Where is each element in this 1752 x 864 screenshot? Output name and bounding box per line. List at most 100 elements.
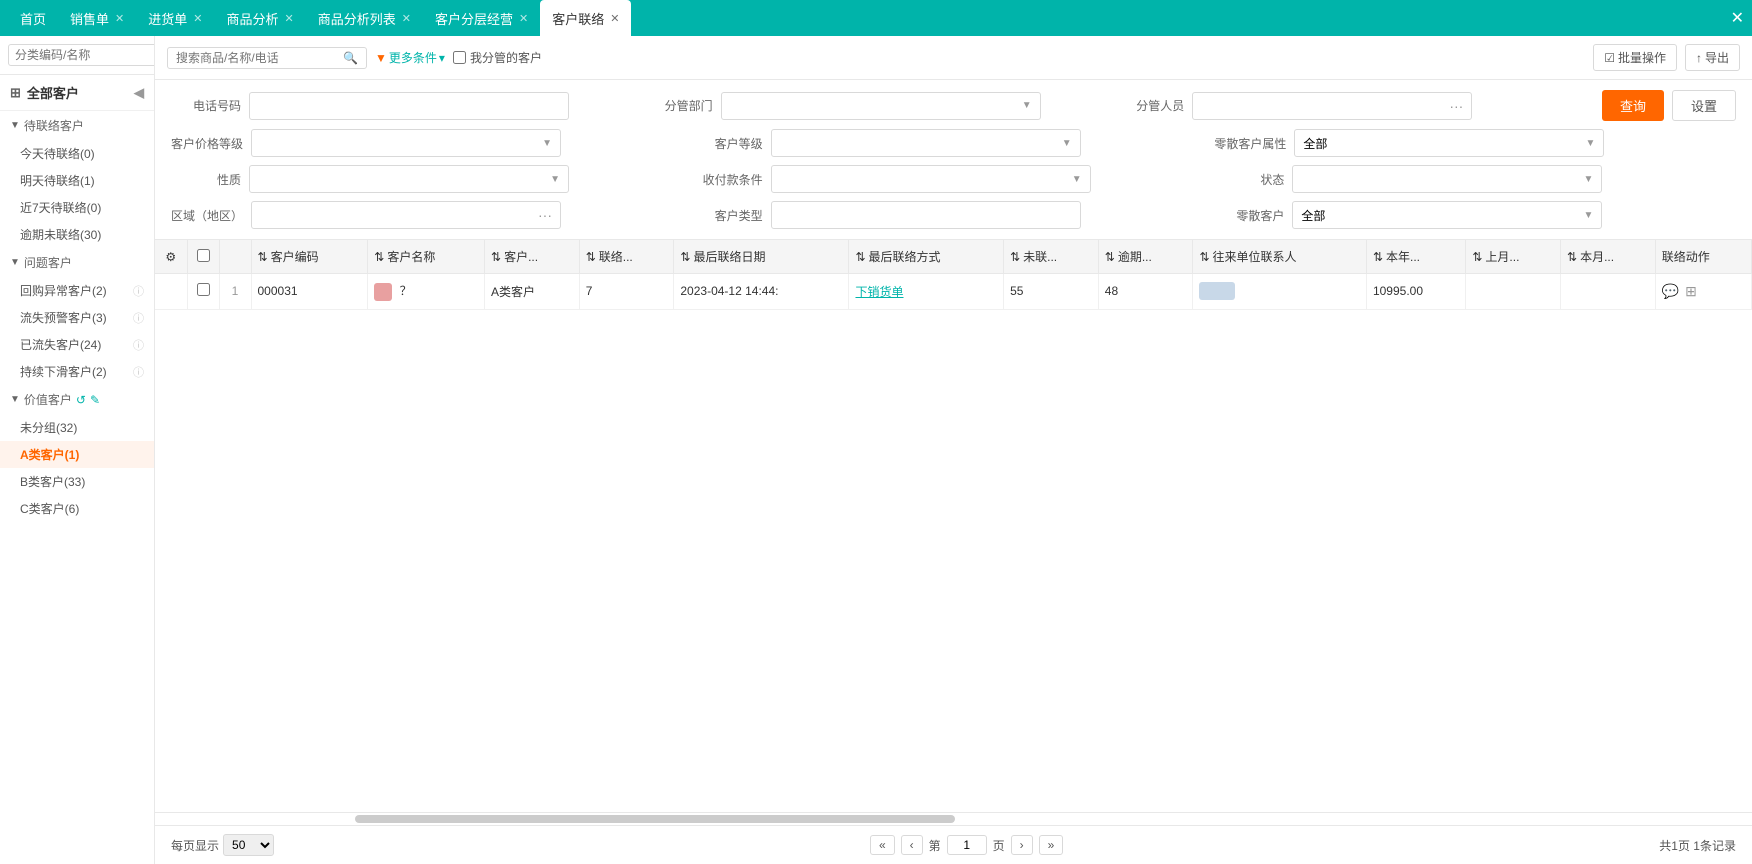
close-sales-order-icon[interactable]: ✕ [115,12,124,25]
info-icon-3[interactable]: ⓘ [133,337,144,353]
payment-select[interactable]: ▼ [771,165,1091,193]
query-button[interactable]: 查询 [1602,90,1664,121]
edit-icon[interactable]: ✎ [90,393,100,407]
sidebar-item-overdue-contact[interactable]: 逾期未联络(30) [0,221,154,248]
tab-sales-order[interactable]: 销售单 ✕ [58,0,136,36]
more-filters-button[interactable]: ▼ 更多条件 ▾ [375,49,445,66]
sidebar-item-churned[interactable]: 已流失客户(24) ⓘ [0,331,154,358]
close-purchase-order-icon[interactable]: ✕ [193,12,202,25]
region-select[interactable]: ··· [251,201,561,229]
pagination: « ‹ 第 页 › » [870,835,1063,855]
export-button[interactable]: ↑ 导出 [1685,44,1740,71]
tab-purchase-order[interactable]: 进货单 ✕ [136,0,214,36]
sidebar-item-class-a[interactable]: A类客户(1) [0,441,154,468]
contact-method-link[interactable]: 下销货单 [855,285,903,299]
th-code-sort-icon[interactable]: ⇅ [258,250,268,264]
phone-input[interactable] [249,92,569,120]
sidebar-item-repurchase-abnormal[interactable]: 回购异常客户(2) ⓘ [0,277,154,304]
sidebar-section-pending[interactable]: ▼ 待联络客户 [0,111,154,140]
close-customer-contact-icon[interactable]: ✕ [610,12,619,25]
sidebar-item-class-b[interactable]: B类客户(33) [0,468,154,495]
th-nc-sort-icon[interactable]: ⇅ [1010,250,1020,264]
sidebar-all-customers[interactable]: ⊞ 全部客户 ◀ [0,75,154,111]
tab-customer-tier[interactable]: 客户分层经营 ✕ [423,0,540,36]
th-od-sort-icon[interactable]: ⇅ [1105,250,1115,264]
sidebar-item-class-c[interactable]: C类客户(6) [0,495,154,522]
info-icon-2[interactable]: ⓘ [133,310,144,326]
message-icon[interactable]: 💬 [1662,283,1679,300]
th-name-sort-icon[interactable]: ⇅ [374,250,384,264]
gear-settings-icon[interactable]: ⚙ [165,250,176,264]
sidebar-collapse-icon[interactable]: ◀ [134,85,144,101]
th-ty-sort-icon[interactable]: ⇅ [1373,250,1383,264]
th-lcm-sort-icon[interactable]: ⇅ [855,250,865,264]
close-product-analysis-icon[interactable]: ✕ [285,12,294,25]
top-navigation: 首页 销售单 ✕ 进货单 ✕ 商品分析 ✕ 商品分析列表 ✕ 客户分层经营 ✕ … [0,0,1752,36]
th-contact-sort-icon[interactable]: ⇅ [586,250,596,264]
next-page-button[interactable]: › [1011,835,1033,855]
sidebar-item-churn-warning[interactable]: 流失预警客户(3) ⓘ [0,304,154,331]
dots-icon[interactable]: ··· [1449,98,1463,114]
nature-select[interactable]: ▼ [249,165,569,193]
my-customers-checkbox-label[interactable]: 我分管的客户 [453,49,542,66]
last-page-button[interactable]: » [1039,835,1064,855]
sidebar-item-ungrouped[interactable]: 未分组(32) [0,414,154,441]
close-customer-tier-icon[interactable]: ✕ [519,12,528,25]
select-all-checkbox[interactable] [197,249,210,262]
page-size-select[interactable]: 50 100 200 [223,834,274,856]
person-select[interactable]: ··· [1192,92,1472,120]
row-last-month [1466,274,1561,310]
sidebar-item-tomorrow-pending[interactable]: 明天待联络(1) [0,167,154,194]
tab-purchase-order-label: 进货单 [148,9,187,28]
prev-page-button[interactable]: ‹ [901,835,923,855]
customer-grade-select[interactable]: ▼ [771,129,1081,157]
filter-dept: 分管部门 ▼ [643,92,1115,120]
sidebar-item-declining[interactable]: 持续下滑客户(2) ⓘ [0,358,154,385]
my-customers-checkbox[interactable] [453,51,466,64]
first-page-button[interactable]: « [870,835,895,855]
retail-customer-select[interactable]: 全部 ▼ [1292,201,1602,229]
tab-product-analysis[interactable]: 商品分析 ✕ [214,0,305,36]
row-checkbox[interactable] [197,283,210,296]
th-type-sort-icon[interactable]: ⇅ [491,250,501,264]
home-tab[interactable]: 首页 [8,0,58,36]
horizontal-scrollbar[interactable] [155,812,1752,825]
export-label: 导出 [1705,49,1729,66]
all-customers-label: 全部客户 [27,83,79,102]
th-lcd-sort-icon[interactable]: ⇅ [680,250,690,264]
close-product-analysis-list-icon[interactable]: ✕ [402,12,411,25]
filter-search-box[interactable]: 🔍 [167,47,367,69]
info-icon-4[interactable]: ⓘ [133,364,144,380]
th-lm-sort-icon[interactable]: ⇅ [1472,250,1482,264]
customer-type-input[interactable] [771,201,1081,229]
filter-search-input[interactable] [176,51,343,65]
row-actions: 💬 ⊞ [1655,274,1751,310]
tab-product-analysis-list[interactable]: 商品分析列表 ✕ [306,0,423,36]
status-select[interactable]: ▼ [1292,165,1602,193]
region-dots-icon[interactable]: ··· [538,207,552,223]
refresh-icon[interactable]: ↺ [76,393,86,407]
tab-customer-contact[interactable]: 客户联络 ✕ [540,0,631,36]
qrcode-icon[interactable]: ⊞ [1685,283,1697,300]
row-gear [155,274,187,310]
info-icon-1[interactable]: ⓘ [133,283,144,299]
sidebar-item-today-pending[interactable]: 今天待联络(0) [0,140,154,167]
close-all-tabs-icon[interactable]: ✕ [1731,8,1744,28]
batch-operation-button[interactable]: ☑ 批量操作 [1593,44,1677,71]
sidebar-section-value[interactable]: ▼ 价值客户 ↺ ✎ [0,385,154,414]
price-grade-select[interactable]: ▼ [251,129,561,157]
th-tm-sort-icon[interactable]: ⇅ [1567,250,1577,264]
page-end-label: 页 [993,837,1005,854]
retail-attr-select[interactable]: 全部 ▼ [1294,129,1604,157]
filter-payment: 收付款条件 ▼ [693,165,1215,193]
customer-grade-label: 客户等级 [693,135,763,152]
sidebar-section-problem[interactable]: ▼ 问题客户 [0,248,154,277]
filter-search-icon[interactable]: 🔍 [343,51,358,65]
page-number-input[interactable] [947,835,987,855]
th-uc-sort-icon[interactable]: ⇅ [1199,250,1209,264]
dept-select[interactable]: ▼ [721,92,1041,120]
sidebar-search-input[interactable] [8,44,155,66]
sidebar-item-7day-pending[interactable]: 近7天待联络(0) [0,194,154,221]
settings-button[interactable]: 设置 [1672,90,1736,121]
scroll-thumb[interactable] [355,815,955,823]
